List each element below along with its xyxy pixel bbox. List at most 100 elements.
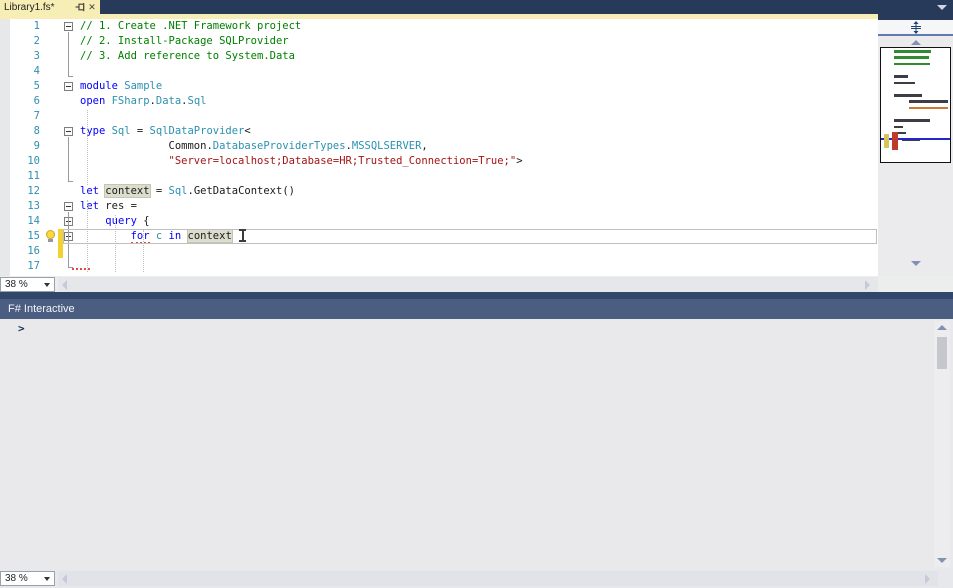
fold-toggle[interactable]: [64, 202, 73, 211]
scroll-up-icon[interactable]: [937, 325, 947, 330]
code-line[interactable]: 9 Common.DatabaseProviderTypes.MSSQLSERV…: [0, 139, 878, 154]
line-number: 13: [0, 199, 40, 214]
editor-hscrollbar[interactable]: [58, 277, 878, 292]
line-number: 16: [0, 244, 40, 259]
scroll-down-button[interactable]: [878, 257, 953, 269]
line-number: 14: [0, 214, 40, 229]
fold-toggle[interactable]: [64, 127, 73, 136]
fold-toggle[interactable]: [64, 22, 73, 31]
minimap-change-marker: [884, 134, 889, 148]
minimap-line: [909, 107, 948, 110]
scroll-right-icon[interactable]: [925, 574, 930, 584]
fsi-titlebar[interactable]: F# Interactive ✕: [0, 299, 953, 319]
code-line[interactable]: 11: [0, 169, 878, 184]
code-line[interactable]: 17: [0, 259, 878, 274]
lightbulb-icon[interactable]: [45, 230, 56, 243]
tab-title: Library1.fs*: [4, 2, 73, 13]
code-line[interactable]: 16: [0, 244, 878, 259]
indent-guide: [115, 215, 116, 272]
dropdown-arrow-icon: [44, 577, 50, 581]
code-line[interactable]: 2// 2. Install-Package SQLProvider: [0, 34, 878, 49]
line-number: 2: [0, 34, 40, 49]
line-number: 12: [0, 184, 40, 199]
ibeam-cursor: [239, 229, 246, 242]
line-number: 9: [0, 139, 40, 154]
indent-guide: [87, 110, 88, 185]
fsi-prompt: >: [18, 322, 25, 335]
scroll-right-icon[interactable]: [865, 280, 870, 290]
line-number: 11: [0, 169, 40, 184]
chevron-down-icon[interactable]: [937, 5, 947, 10]
fsi-zoom-value: 38 %: [5, 573, 28, 584]
scrollbar-minimap[interactable]: [880, 47, 951, 163]
triangle-down-icon: [911, 261, 921, 266]
code-text: Common.DatabaseProviderTypes.MSSQLSERVER…: [80, 139, 428, 154]
editor-zoom-value: 38 %: [5, 279, 28, 290]
minimap-error-marker: [892, 132, 898, 150]
code-line[interactable]: 3 // 3. Add reference to System.Data: [0, 49, 878, 64]
code-text: let context = Sql.GetDataContext(): [80, 184, 295, 199]
fsi-output-area[interactable]: >: [0, 319, 953, 569]
code-text: // 3. Add reference to System.Data: [80, 49, 295, 64]
minimap-line: [894, 75, 908, 78]
pin-icon[interactable]: [75, 2, 85, 12]
line-number: 15: [0, 229, 40, 244]
editor-zoom-dropdown[interactable]: 38 %: [0, 277, 55, 292]
line-number: 10: [0, 154, 40, 169]
change-bar: [58, 229, 63, 258]
fsi-title: F# Interactive: [8, 303, 75, 315]
line-number: 5: [0, 79, 40, 94]
scrollbar-thumb[interactable]: [937, 337, 947, 369]
line-number: 8: [0, 124, 40, 139]
line-number: 17: [0, 259, 40, 274]
code-line[interactable]: 13 let res =: [0, 199, 878, 214]
minimap-line: [894, 126, 903, 129]
fsi-hscrollbar[interactable]: [58, 571, 938, 586]
dropdown-arrow-icon: [44, 283, 50, 287]
code-line[interactable]: 5 module Sample: [0, 79, 878, 94]
code-line[interactable]: 7: [0, 109, 878, 124]
panel-top-border[interactable]: [0, 292, 953, 299]
triangle-up-icon: [911, 40, 921, 45]
outline-line: [68, 212, 73, 268]
fsi-vscrollbar[interactable]: [934, 321, 950, 567]
tab-library1[interactable]: Library1.fs* ✕: [0, 0, 100, 14]
close-icon[interactable]: ✕: [87, 2, 97, 12]
code-line[interactable]: 12 let context = Sql.GetDataContext(): [0, 184, 878, 199]
fsi-zoom-dropdown[interactable]: 38 %: [0, 571, 55, 586]
line-number: 4: [0, 64, 40, 79]
code-line[interactable]: 14 query {: [0, 214, 878, 229]
outline-line: [68, 137, 73, 182]
split-editor-handle[interactable]: [878, 20, 953, 36]
visual-studio-window: Library1.fs* ✕ 1// 1. Create .NET Framew…: [0, 0, 953, 588]
code-line[interactable]: 4: [0, 64, 878, 79]
scroll-left-icon[interactable]: [62, 280, 67, 290]
error-squiggle: [72, 267, 90, 270]
indent-guide: [143, 230, 144, 272]
code-line[interactable]: 15 for c in context: [0, 229, 878, 244]
code-line[interactable]: 6open FSharp.Data.Sql: [0, 94, 878, 109]
editor-bottom-bar: 38 %: [0, 276, 953, 292]
line-number: 1: [0, 19, 40, 34]
code-line[interactable]: 8 type Sql = SqlDataProvider<: [0, 124, 878, 139]
code-text: let res =: [80, 199, 137, 214]
minimap-line: [894, 63, 930, 66]
fold-toggle[interactable]: [64, 82, 73, 91]
minimap-line: [894, 82, 915, 85]
code-text: type Sql = SqlDataProvider<: [80, 124, 251, 139]
outline-line: [68, 32, 73, 77]
line-number: 3: [0, 49, 40, 64]
code-text: "Server=localhost;Database=HR;Trusted_Co…: [80, 154, 523, 169]
minimap-line: [894, 119, 930, 122]
code-text: open FSharp.Data.Sql: [80, 94, 206, 109]
code-text: for c in context: [80, 229, 238, 244]
code-editor[interactable]: 1// 1. Create .NET Framework project2// …: [0, 19, 878, 276]
code-line[interactable]: 1// 1. Create .NET Framework project: [0, 19, 878, 34]
fsi-bottom-bar: 38 %: [0, 569, 953, 588]
scroll-down-icon[interactable]: [937, 558, 947, 563]
scroll-left-icon[interactable]: [62, 574, 67, 584]
code-line[interactable]: 10 "Server=localhost;Database=HR;Trusted…: [0, 154, 878, 169]
code-text: module Sample: [80, 79, 162, 94]
minimap-line: [894, 50, 931, 53]
minimap-line: [894, 94, 922, 97]
